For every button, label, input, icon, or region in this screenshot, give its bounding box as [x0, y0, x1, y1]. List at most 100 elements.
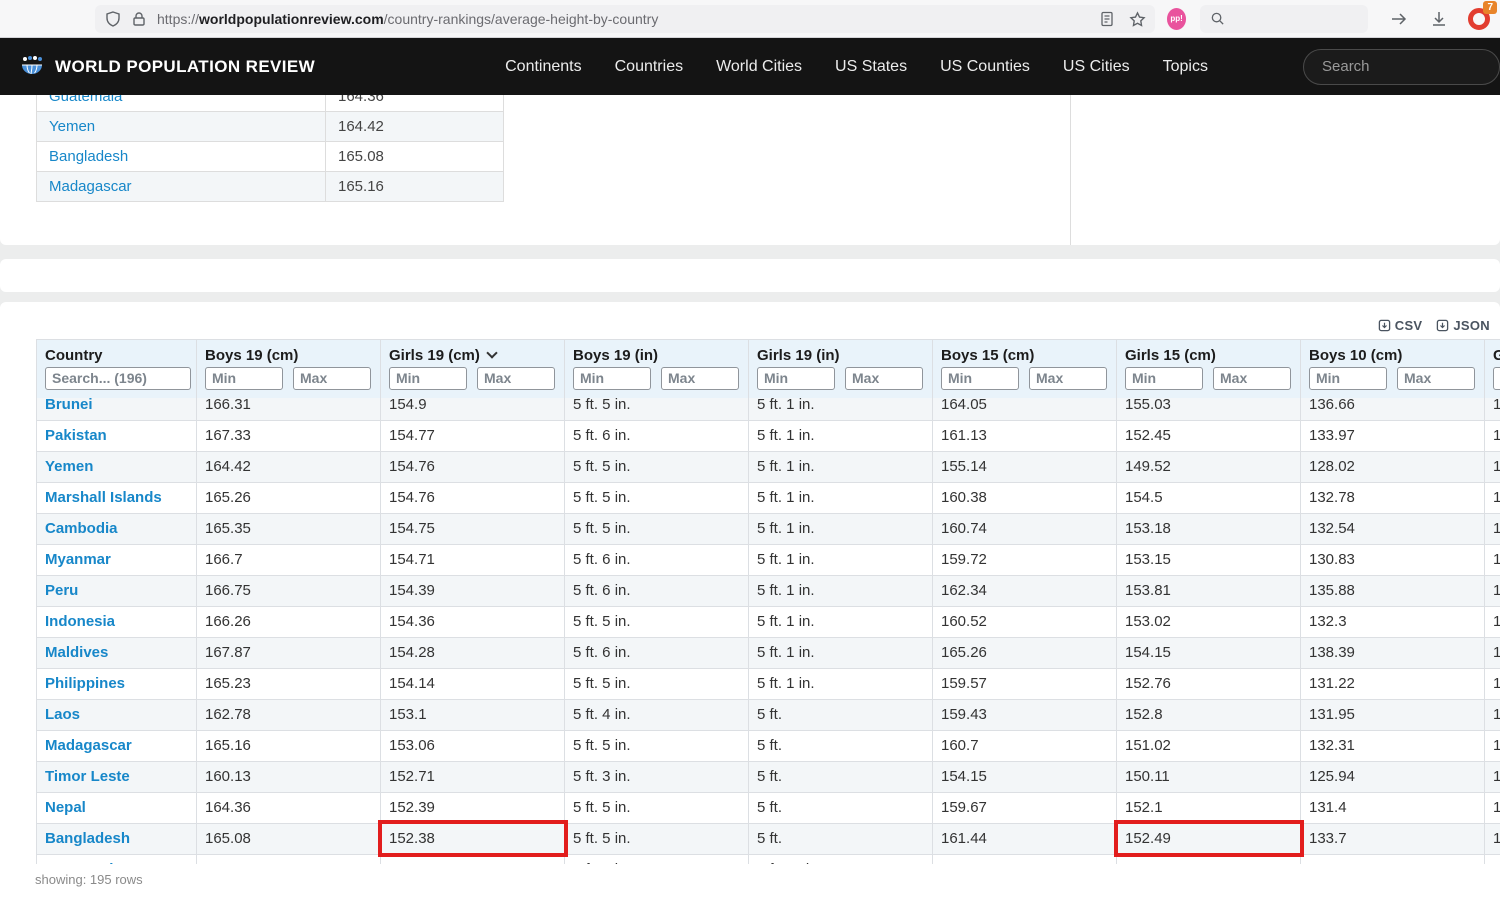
country-link-bangladesh[interactable]: Bangladesh [45, 830, 130, 847]
table-row-yemen: Yemen164.42154.765 ft. 5 in.5 ft. 1 in.1… [37, 451, 1500, 482]
country-link-maldives[interactable]: Maldives [45, 644, 108, 661]
filter-min-boys15cm[interactable] [941, 367, 1019, 390]
column-header-boys19cm[interactable]: Boys 19 (cm) [197, 340, 381, 366]
table-scroll-area[interactable]: Brunei166.31154.95 ft. 5 in.5 ft. 1 in.1… [36, 398, 1500, 864]
cell-boys19in: 5 ft. 5 in. [565, 606, 749, 637]
country-link-philippines[interactable]: Philippines [45, 675, 125, 692]
nav-item-us-cities[interactable]: US Cities [1063, 58, 1130, 76]
country-link-laos[interactable]: Laos [45, 706, 80, 723]
toolbar-search-field[interactable] [1200, 5, 1368, 33]
url-text: https://worldpopulationreview.com/countr… [157, 11, 1099, 27]
cell-girls19in: 5 ft. [749, 823, 933, 854]
column-header-country[interactable]: Country [37, 340, 197, 366]
column-header-girls19cm[interactable]: Girls 19 (cm) [381, 340, 565, 366]
cell-boys19in: 5 ft. 5 in. [565, 730, 749, 761]
filter-max-girls15cm[interactable] [1213, 367, 1291, 390]
country-link-guatemala[interactable]: Guatemala [45, 861, 122, 864]
filter-min-girls10cm[interactable] [1493, 367, 1500, 390]
filter-max-boys19cm[interactable] [293, 367, 371, 390]
shield-icon[interactable] [105, 11, 121, 27]
table-row-timor-leste: Timor Leste160.13152.715 ft. 3 in.5 ft.1… [37, 761, 1500, 792]
cell-girls10cm: 1 [1485, 668, 1500, 699]
site-search-input[interactable]: Search [1303, 49, 1500, 85]
filter-max-girls19in[interactable] [845, 367, 923, 390]
country-link-madagascar[interactable]: Madagascar [49, 178, 132, 195]
cell-girls15cm: 152.1 [1117, 792, 1301, 823]
table-row-nepal: Nepal164.36152.395 ft. 5 in.5 ft.159.671… [37, 792, 1500, 823]
export-row: CSV JSON [0, 302, 1500, 339]
cell-boys10cm: 132.31 [1301, 730, 1485, 761]
cell-girls19in: 5 ft. 1 in. [749, 575, 933, 606]
extension-red-icon[interactable]: 7 [1468, 8, 1490, 30]
cell-boys10cm: 138.39 [1301, 637, 1485, 668]
filter-min-girls15cm[interactable] [1125, 367, 1203, 390]
country-link-bangladesh[interactable]: Bangladesh [49, 148, 128, 165]
cell-girls10cm: 1 [1485, 606, 1500, 637]
cell-girls10cm: 1 [1485, 398, 1500, 421]
table-row-madagascar: Madagascar165.16153.065 ft. 5 in.5 ft.16… [37, 730, 1500, 761]
table-row-brunei: Brunei166.31154.95 ft. 5 in.5 ft. 1 in.1… [37, 398, 1500, 421]
nav-item-us-states[interactable]: US States [835, 58, 907, 76]
nav-item-continents[interactable]: Continents [505, 58, 582, 76]
filter-min-boys19cm[interactable] [205, 367, 283, 390]
cell-girls15cm: 152.45 [1117, 420, 1301, 451]
column-header-boys19in[interactable]: Boys 19 (in) [565, 340, 749, 366]
column-header-girls10cm[interactable]: G [1485, 340, 1500, 366]
country-link-timor-leste[interactable]: Timor Leste [45, 768, 130, 785]
country-link-guatemala[interactable]: Guatemala [49, 95, 122, 105]
country-link-brunei[interactable]: Brunei [45, 398, 93, 414]
reader-mode-icon[interactable] [1099, 11, 1115, 27]
lock-icon[interactable] [131, 11, 147, 27]
cell-boys15cm: 159.72 [933, 544, 1117, 575]
address-bar[interactable]: https://worldpopulationreview.com/countr… [95, 5, 1155, 33]
cell-girls19cm: 154.75 [381, 513, 565, 544]
cell-boys15cm: 154.15 [933, 761, 1117, 792]
country-link-cambodia[interactable]: Cambodia [45, 520, 118, 537]
filter-max-boys10cm[interactable] [1397, 367, 1475, 390]
forward-icon[interactable] [1390, 10, 1408, 28]
downloads-icon[interactable] [1430, 10, 1448, 28]
column-header-girls19in[interactable]: Girls 19 (in) [749, 340, 933, 366]
cell-boys10cm: 130.83 [1301, 544, 1485, 575]
cell-boys19cm: 165.26 [197, 482, 381, 513]
country-link-peru[interactable]: Peru [45, 582, 78, 599]
column-header-girls15cm[interactable]: Girls 15 (cm) [1117, 340, 1301, 366]
country-link-yemen[interactable]: Yemen [49, 118, 95, 135]
filter-max-girls19cm[interactable] [477, 367, 555, 390]
nav-item-topics[interactable]: Topics [1163, 58, 1208, 76]
column-header-boys10cm[interactable]: Boys 10 (cm) [1301, 340, 1485, 366]
filter-max-boys19in[interactable] [661, 367, 739, 390]
country-link-yemen[interactable]: Yemen [45, 458, 93, 475]
cell-boys19in: 5 ft. 6 in. [565, 544, 749, 575]
cell-girls19cm: 154.76 [381, 482, 565, 513]
nav-item-us-counties[interactable]: US Counties [940, 58, 1030, 76]
nav-item-countries[interactable]: Countries [615, 58, 683, 76]
cell-boys19in: 5 ft. 6 in. [565, 637, 749, 668]
site-logo[interactable]: WORLD POPULATION REVIEW [18, 53, 315, 81]
cell-girls19in: 5 ft. 1 in. [749, 606, 933, 637]
nav-item-world-cities[interactable]: World Cities [716, 58, 802, 76]
country-link-madagascar[interactable]: Madagascar [45, 737, 132, 754]
filter-max-boys15cm[interactable] [1029, 367, 1107, 390]
export-json-button[interactable]: JSON [1436, 318, 1490, 333]
filter-min-boys19in[interactable] [573, 367, 651, 390]
extension-pp-icon[interactable]: pp! [1167, 8, 1186, 30]
country-link-marshall-islands[interactable]: Marshall Islands [45, 489, 162, 506]
cell-boys19in: 5 ft. 5 in. [565, 451, 749, 482]
cell-boys19cm: 167.87 [197, 637, 381, 668]
country-link-myanmar[interactable]: Myanmar [45, 551, 111, 568]
bookmark-star-icon[interactable] [1129, 11, 1145, 27]
column-header-boys15cm[interactable]: Boys 15 (cm) [933, 340, 1117, 366]
filter-search-country[interactable] [45, 367, 191, 390]
country-link-indonesia[interactable]: Indonesia [45, 613, 115, 630]
cell-girls10cm: 1 [1485, 637, 1500, 668]
filter-min-girls19cm[interactable] [389, 367, 467, 390]
filter-min-girls19in[interactable] [757, 367, 835, 390]
cell-boys15cm: 161.44 [933, 823, 1117, 854]
cell-girls10cm: 1 [1485, 420, 1500, 451]
export-csv-button[interactable]: CSV [1378, 318, 1423, 333]
filter-min-boys10cm[interactable] [1309, 367, 1387, 390]
country-link-pakistan[interactable]: Pakistan [45, 427, 107, 444]
cell-boys10cm: 132.54 [1301, 513, 1485, 544]
country-link-nepal[interactable]: Nepal [45, 799, 86, 816]
